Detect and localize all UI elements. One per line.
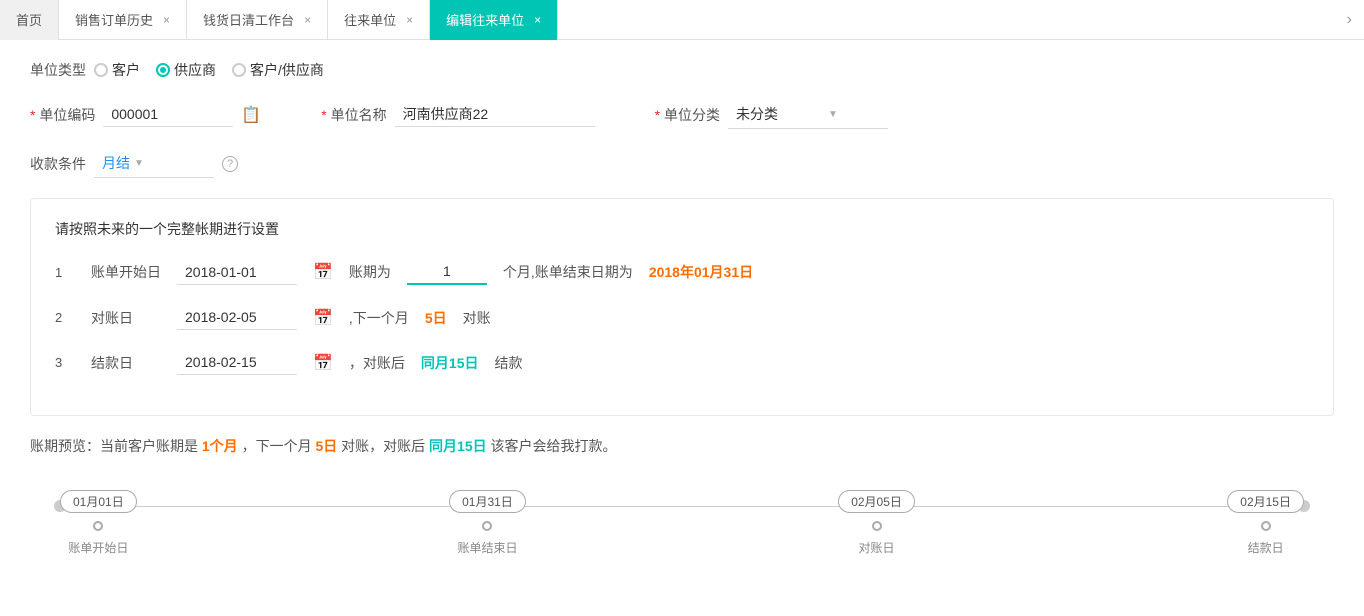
period-suffix-post-1: 个月,账单结束日期为 (503, 262, 633, 282)
tab-sales-history-close[interactable]: × (163, 13, 170, 27)
timeline-dot-4 (1261, 521, 1271, 531)
period-section: 请按照未来的一个完整帐期进行设置 1 账单开始日 2018-01-01 📅 账期… (30, 198, 1334, 416)
radio-customer-supplier-circle (232, 63, 246, 77)
payment-terms-value: 月结 (102, 153, 130, 173)
timeline-dot-3 (872, 521, 882, 531)
timeline-dot-2 (482, 521, 492, 531)
period-row-1: 1 账单开始日 2018-01-01 📅 账期为 1 个月,账单结束日期为 20… (55, 259, 1309, 285)
timeline-dot-1 (93, 521, 103, 531)
radio-customer[interactable]: 客户 (94, 60, 140, 80)
tab-sales-history[interactable]: 销售订单历史 × (59, 0, 187, 40)
period-num-3: 3 (55, 355, 75, 370)
payment-terms-chevron: ▼ (134, 158, 144, 169)
tab-bar: 首页 销售订单历史 × 钱货日清工作台 × 往来单位 × 编辑往来单位 × › (0, 0, 1364, 40)
unit-classify-label: 单位分类 (655, 105, 720, 125)
payment-terms-select[interactable]: 月结 ▼ (94, 149, 214, 178)
timeline-badge-3: 02月05日 (838, 490, 915, 513)
payment-terms-field: 收款条件 月结 ▼ ? (30, 149, 238, 178)
unit-code-field: 单位编码 000001 📋 (30, 102, 261, 127)
period-label-3: 结款日 (91, 353, 161, 373)
unit-name-field: 单位名称 河南供应商22 (321, 102, 594, 127)
period-suffix-pre-1: 账期为 (349, 262, 391, 282)
timeline-node-3: 02月05日 对账日 (838, 490, 915, 556)
timeline-nodes: 01月01日 账单开始日 01月31日 账单结束日 02月05日 对账日 02月… (60, 490, 1304, 556)
period-months-input[interactable]: 1 (407, 259, 487, 285)
unit-type-field: 单位类型 客户 供应商 客户/供应商 (30, 60, 324, 80)
timeline-label-3: 对账日 (859, 539, 895, 556)
period-row-3: 3 结款日 2018-02-15 📅 ，对账后 同月15日 结款 (55, 350, 1309, 375)
tab-cash-work[interactable]: 钱货日清工作台 × (187, 0, 328, 40)
radio-customer-supplier[interactable]: 客户/供应商 (232, 60, 324, 80)
tab-partner-units-close[interactable]: × (406, 13, 413, 27)
timeline-label-2: 账单结束日 (457, 539, 517, 556)
radio-customer-circle (94, 63, 108, 77)
unit-name-input[interactable]: 河南供应商22 (395, 102, 595, 127)
period-date-2: 2018-02-05 (177, 305, 297, 330)
timeline-badge-2: 01月31日 (449, 490, 526, 513)
section-title: 请按照未来的一个完整帐期进行设置 (55, 219, 1309, 239)
payment-terms-help-icon[interactable]: ? (222, 156, 238, 172)
unit-code-copy-icon[interactable]: 📋 (241, 105, 261, 125)
timeline-label-4: 结款日 (1248, 539, 1284, 556)
tab-cash-work-close[interactable]: × (304, 13, 311, 27)
timeline-node-1: 01月01日 账单开始日 (60, 490, 137, 556)
unit-type-label: 单位类型 (30, 60, 86, 80)
period-date-1: 2018-01-01 (177, 260, 297, 285)
main-content: 单位类型 客户 供应商 客户/供应商 单位编码 000001 (0, 40, 1364, 616)
timeline-badge-4: 02月15日 (1227, 490, 1304, 513)
period-highlight-date-1: 2018年01月31日 (649, 262, 753, 282)
unit-classify-field: 单位分类 未分类 ▼ (655, 100, 888, 129)
period-highlight-2: 5日 (425, 308, 447, 328)
unit-code-label: 单位编码 (30, 105, 95, 125)
radio-supplier-circle (156, 63, 170, 77)
period-suffix2-3: 结款 (495, 353, 523, 373)
unit-type-row: 单位类型 客户 供应商 客户/供应商 (30, 60, 1334, 80)
period-suffix-3: ，对账后 (349, 353, 405, 373)
radio-supplier[interactable]: 供应商 (156, 60, 216, 80)
preview-text: 账期预览：当前客户账期是 1个月 ，下一个月 5日 对账，对账后 同月15日 该… (30, 436, 1334, 456)
period-suffix-2: ,下一个月 (349, 308, 409, 328)
tab-partner-units[interactable]: 往来单位 × (328, 0, 430, 40)
tab-home[interactable]: 首页 (0, 0, 59, 40)
period-num-2: 2 (55, 310, 75, 325)
period-calendar-2[interactable]: 📅 (313, 308, 333, 328)
period-row-2: 2 对账日 2018-02-05 📅 ,下一个月 5日 对账 (55, 305, 1309, 330)
period-label-2: 对账日 (91, 308, 161, 328)
preview-part2: 5日 (315, 438, 337, 454)
period-label-1: 账单开始日 (91, 262, 161, 282)
payment-terms-label: 收款条件 (30, 154, 86, 174)
timeline-wrapper: 01月01日 账单开始日 01月31日 账单结束日 02月05日 对账日 02月… (30, 480, 1334, 596)
period-date-3: 2018-02-15 (177, 350, 297, 375)
period-calendar-1[interactable]: 📅 (313, 262, 333, 282)
preview-part1: 1个月 (202, 438, 238, 454)
timeline-badge-1: 01月01日 (60, 490, 137, 513)
preview-part3: 同月15日 (429, 438, 487, 454)
timeline-node-2: 01月31日 账单结束日 (449, 490, 526, 556)
period-suffix2-2: 对账 (463, 308, 491, 328)
unit-classify-chevron: ▼ (828, 109, 838, 120)
tab-edit-partner-close[interactable]: × (534, 13, 541, 27)
timeline-label-1: 账单开始日 (68, 539, 128, 556)
tab-edit-partner[interactable]: 编辑往来单位 × (430, 0, 558, 40)
unit-name-label: 单位名称 (321, 105, 386, 125)
tab-expand-button[interactable]: › (1335, 11, 1364, 29)
unit-code-input[interactable]: 000001 (103, 102, 233, 127)
period-num-1: 1 (55, 265, 75, 280)
unit-classify-select[interactable]: 未分类 ▼ (728, 100, 888, 129)
period-calendar-3[interactable]: 📅 (313, 353, 333, 373)
unit-info-row: 单位编码 000001 📋 单位名称 河南供应商22 单位分类 未分类 ▼ (30, 100, 1334, 129)
payment-terms-row: 收款条件 月结 ▼ ? (30, 149, 1334, 178)
period-highlight-3: 同月15日 (421, 353, 479, 373)
timeline-node-4: 02月15日 结款日 (1227, 490, 1304, 556)
unit-type-radio-group: 客户 供应商 客户/供应商 (94, 60, 324, 80)
